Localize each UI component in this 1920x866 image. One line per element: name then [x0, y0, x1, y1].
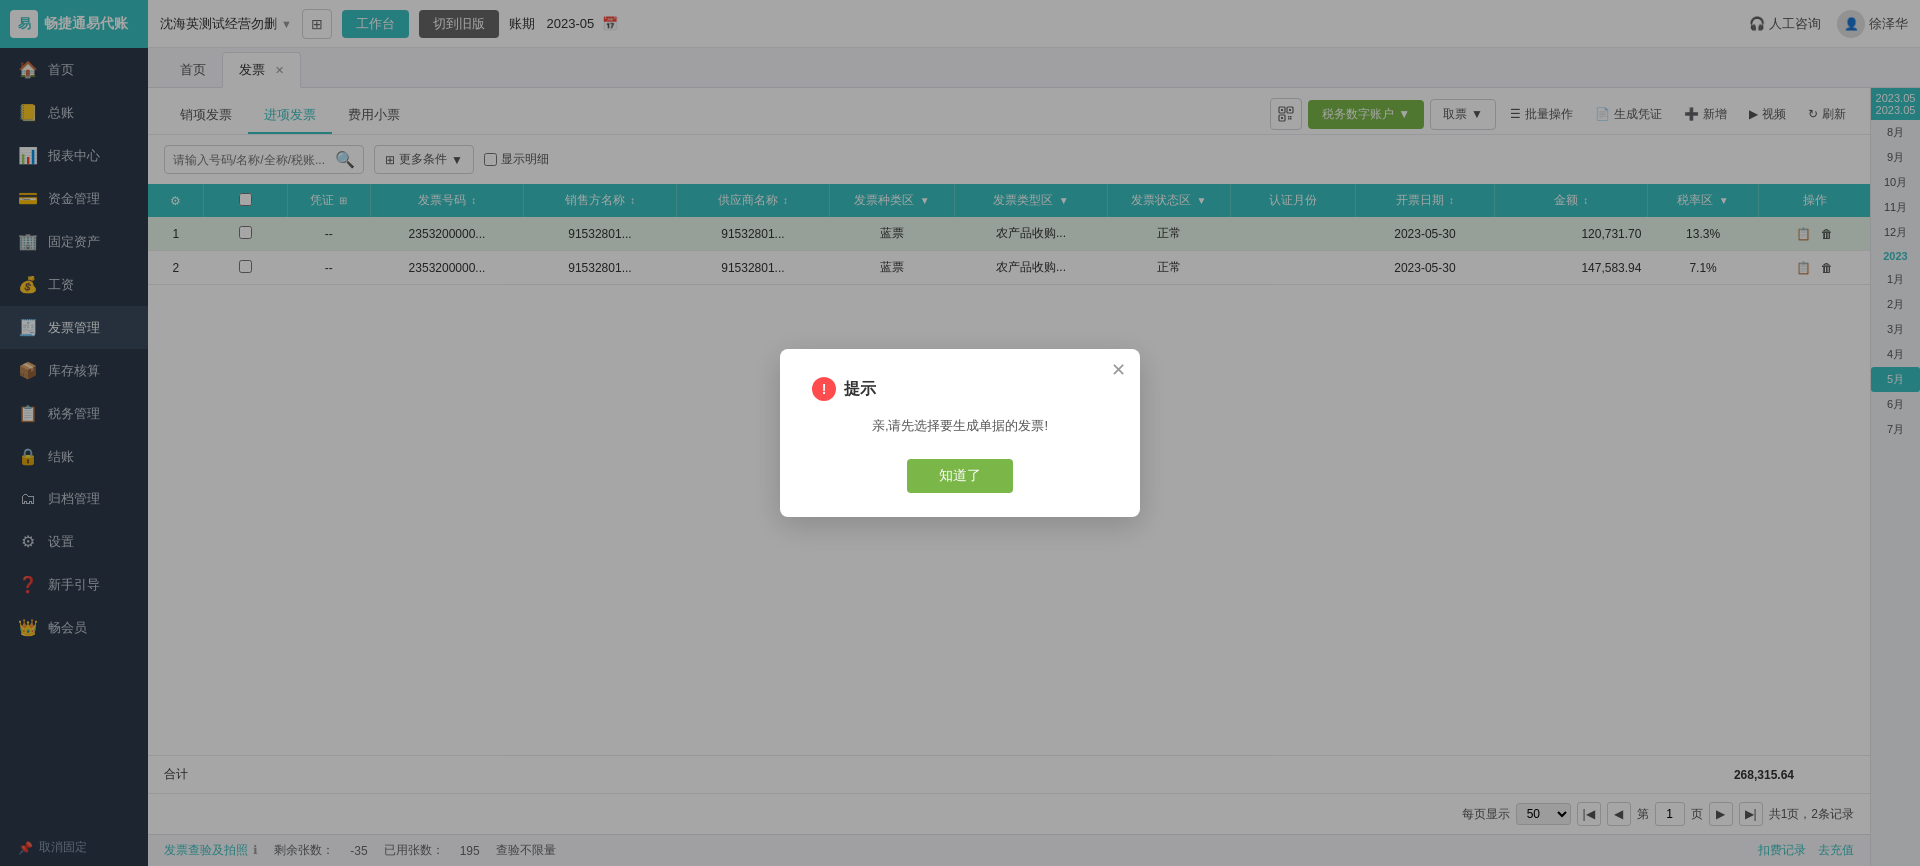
dialog-overlay[interactable]: ✕ ! 提示 亲,请先选择要生成单据的发票! 知道了 [0, 0, 1920, 866]
dialog: ✕ ! 提示 亲,请先选择要生成单据的发票! 知道了 [780, 349, 1140, 517]
warning-icon: ! [812, 377, 836, 401]
dialog-close-button[interactable]: ✕ [1111, 359, 1126, 381]
dialog-message: 亲,请先选择要生成单据的发票! [812, 417, 1108, 435]
dialog-title: 提示 [844, 379, 876, 400]
dialog-confirm-button[interactable]: 知道了 [907, 459, 1013, 493]
dialog-title-row: ! 提示 [812, 377, 1108, 401]
